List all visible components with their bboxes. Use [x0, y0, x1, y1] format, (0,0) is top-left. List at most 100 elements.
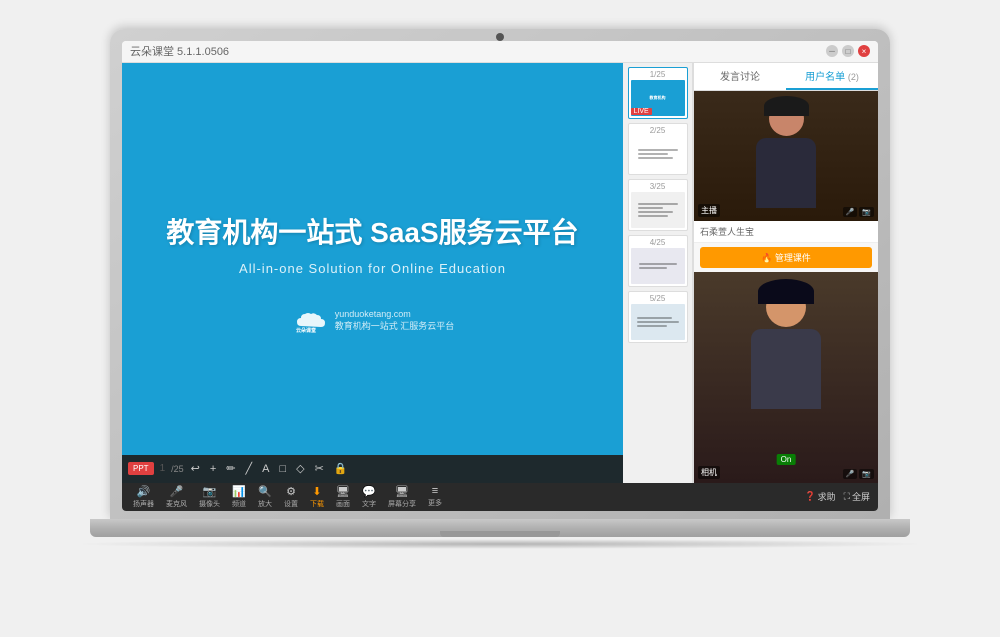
video-controls-top: 🎤 📷: [843, 207, 874, 217]
close-button[interactable]: ×: [858, 45, 870, 57]
video-name-top: 主播: [698, 204, 720, 217]
tool-camera[interactable]: 📷 摄像头: [196, 485, 223, 509]
right-panel: 发言讨论 用户名单 (2): [693, 63, 878, 483]
tool-settings[interactable]: ⚙ 设置: [281, 485, 301, 509]
slide-thumb-5[interactable]: 5/25: [628, 291, 688, 343]
video-mute-btn[interactable]: 🎤: [843, 207, 858, 217]
manage-courseware-button[interactable]: 🔥 管理课件: [700, 247, 872, 268]
toolbar-pencil-icon[interactable]: ✏: [223, 462, 238, 475]
camera-icon: 📷: [203, 485, 217, 498]
tool-zoom[interactable]: 🔍 放大: [255, 485, 275, 509]
thumb-line: [638, 211, 673, 213]
video-controls-bottom: 🎤 📷: [843, 469, 874, 479]
slide-thumb-3[interactable]: 3/25: [628, 179, 688, 231]
toolbar-text-icon[interactable]: A: [259, 463, 272, 475]
thumb-line: [637, 325, 667, 327]
video-cam-btn-bottom[interactable]: 📷: [859, 469, 874, 479]
help-label: 求助: [818, 490, 836, 503]
thumb-line: [638, 157, 673, 159]
person-figure-top: [756, 101, 816, 208]
slide-thumb-lines-4: [637, 261, 679, 271]
chat-icon: 💬: [362, 485, 376, 498]
tool-more[interactable]: ≡ 更多: [425, 485, 445, 508]
slide-thumb-live-badge: LIVE: [631, 108, 652, 115]
ppt-button[interactable]: PPT: [128, 462, 154, 475]
minimize-button[interactable]: －: [826, 45, 838, 57]
help-button[interactable]: ❓ 求助: [804, 490, 835, 503]
panel-tabs: 发言讨论 用户名单 (2): [694, 63, 878, 91]
toolbar-draw-icon[interactable]: ╱: [243, 462, 256, 475]
person-head-top: [769, 101, 804, 136]
person-body-top: [756, 138, 816, 208]
fullscreen-label: 全屏: [852, 490, 870, 503]
slide-thumb-img-2: [631, 136, 685, 172]
help-icon: ❓: [804, 491, 815, 502]
zoom-icon: 🔍: [258, 485, 272, 498]
slide-thumb-num-5: 5/25: [631, 294, 685, 303]
toolbar-page-sep: /25: [171, 464, 184, 474]
tab-discussion[interactable]: 发言讨论: [694, 63, 786, 90]
toolbar-lock-icon[interactable]: 🔒: [331, 462, 351, 475]
toolbar-undo-icon[interactable]: ↩: [188, 462, 203, 475]
slide-thumb-img-5: [631, 304, 685, 340]
screenshare-icon: 🖥: [395, 485, 409, 498]
download-icon: ⬇: [312, 485, 321, 498]
settings-icon: ⚙: [286, 485, 296, 498]
slide-thumb-4[interactable]: 4/25: [628, 235, 688, 287]
app-titlebar: 云朵课堂 5.1.1.0506 － □ ×: [122, 41, 878, 63]
slide-thumb-lines-3: [636, 201, 680, 219]
slide-thumb-1[interactable]: 1/25 教育机构 LIVE: [628, 67, 688, 119]
tool-screen[interactable]: 🖥 画面: [333, 485, 353, 509]
slide-logo: 云朵课堂 yunduoketang.com 教育机构一站式 汇服务云平台: [291, 306, 455, 334]
tool-mic[interactable]: 🎤 麦克风: [163, 485, 190, 509]
video-top: 主播 🎤 📷: [694, 91, 878, 221]
app-window: 云朵课堂 5.1.1.0506 － □ × 教育机构一站式 SaaS服务云平台 …: [122, 41, 878, 511]
presentation-toolbar: PPT 1 /25 ↩ + ✏ ╱ A □ ◇ ✂ 🔒: [122, 455, 623, 483]
chat-name-area: 石柔萱人生宝: [694, 221, 878, 243]
toolbar-eraser-icon[interactable]: ✂: [312, 462, 327, 475]
toolbar-add-icon[interactable]: +: [207, 463, 219, 475]
video-mute-btn-bottom[interactable]: 🎤: [843, 469, 858, 479]
tab-users[interactable]: 用户名单 (2): [786, 63, 878, 90]
tool-channels[interactable]: 📊 频道: [229, 485, 249, 509]
fullscreen-button[interactable]: ⛶ 全屏: [844, 490, 870, 503]
slide-thumb-num-4: 4/25: [631, 238, 685, 247]
logo-cloud-icon: 云朵课堂: [291, 306, 327, 334]
more-icon: ≡: [432, 485, 438, 497]
toolbar-rect-icon[interactable]: □: [276, 463, 289, 475]
slide-thumb-img-4: [631, 248, 685, 284]
logo-slogan: 教育机构一站式 汇服务云平台: [335, 319, 455, 332]
thumb-line: [638, 153, 668, 155]
tool-chat[interactable]: 💬 文字: [359, 485, 379, 509]
screen-icon: 🖥: [336, 485, 350, 498]
tool-download[interactable]: ⬇ 下载: [307, 485, 327, 509]
person-figure-bottom: [751, 277, 821, 409]
tool-speaker[interactable]: 🔊 扬声器: [130, 485, 157, 509]
svg-text:云朵课堂: 云朵课堂: [296, 327, 316, 334]
laptop-camera: [496, 33, 504, 41]
slide-thumb-num-2: 2/25: [631, 126, 685, 135]
video-name-bottom: 相机: [698, 466, 720, 479]
slide-title-zh: 教育机构一站式 SaaS服务云平台: [166, 211, 578, 251]
toolbar-shape-icon[interactable]: ◇: [293, 462, 307, 475]
thumb-line: [637, 321, 679, 323]
laptop-screen-bezel: 云朵课堂 5.1.1.0506 － □ × 教育机构一站式 SaaS服务云平台 …: [110, 29, 890, 519]
toolbar-page: 1: [158, 463, 168, 474]
slide-thumb-2[interactable]: 2/25: [628, 123, 688, 175]
slide-panel: 1/25 教育机构 LIVE 2/25: [623, 63, 693, 483]
slide-thumb-lines-5: [635, 315, 681, 329]
laptop-screen: 云朵课堂 5.1.1.0506 － □ × 教育机构一站式 SaaS服务云平台 …: [122, 41, 878, 511]
video-cam-btn[interactable]: 📷: [859, 207, 874, 217]
maximize-button[interactable]: □: [842, 45, 854, 57]
fullscreen-icon: ⛶: [844, 491, 850, 502]
person-head-bottom: [766, 287, 806, 327]
thumb-line: [638, 203, 678, 205]
slide-thumb-num-3: 3/25: [631, 182, 685, 191]
bottom-toolbar: 🔊 扬声器 🎤 麦克风 📷 摄像头 📊 频道: [122, 483, 878, 511]
thumb-line: [639, 267, 667, 269]
video-bottom: On 相机 🎤 📷: [694, 272, 878, 483]
tool-screenshare[interactable]: 🖥 屏幕分享: [385, 485, 419, 509]
mic-icon: 🎤: [170, 485, 184, 498]
laptop-shadow: [70, 539, 930, 549]
slide-thumb-text-1: 教育机构: [650, 95, 666, 101]
